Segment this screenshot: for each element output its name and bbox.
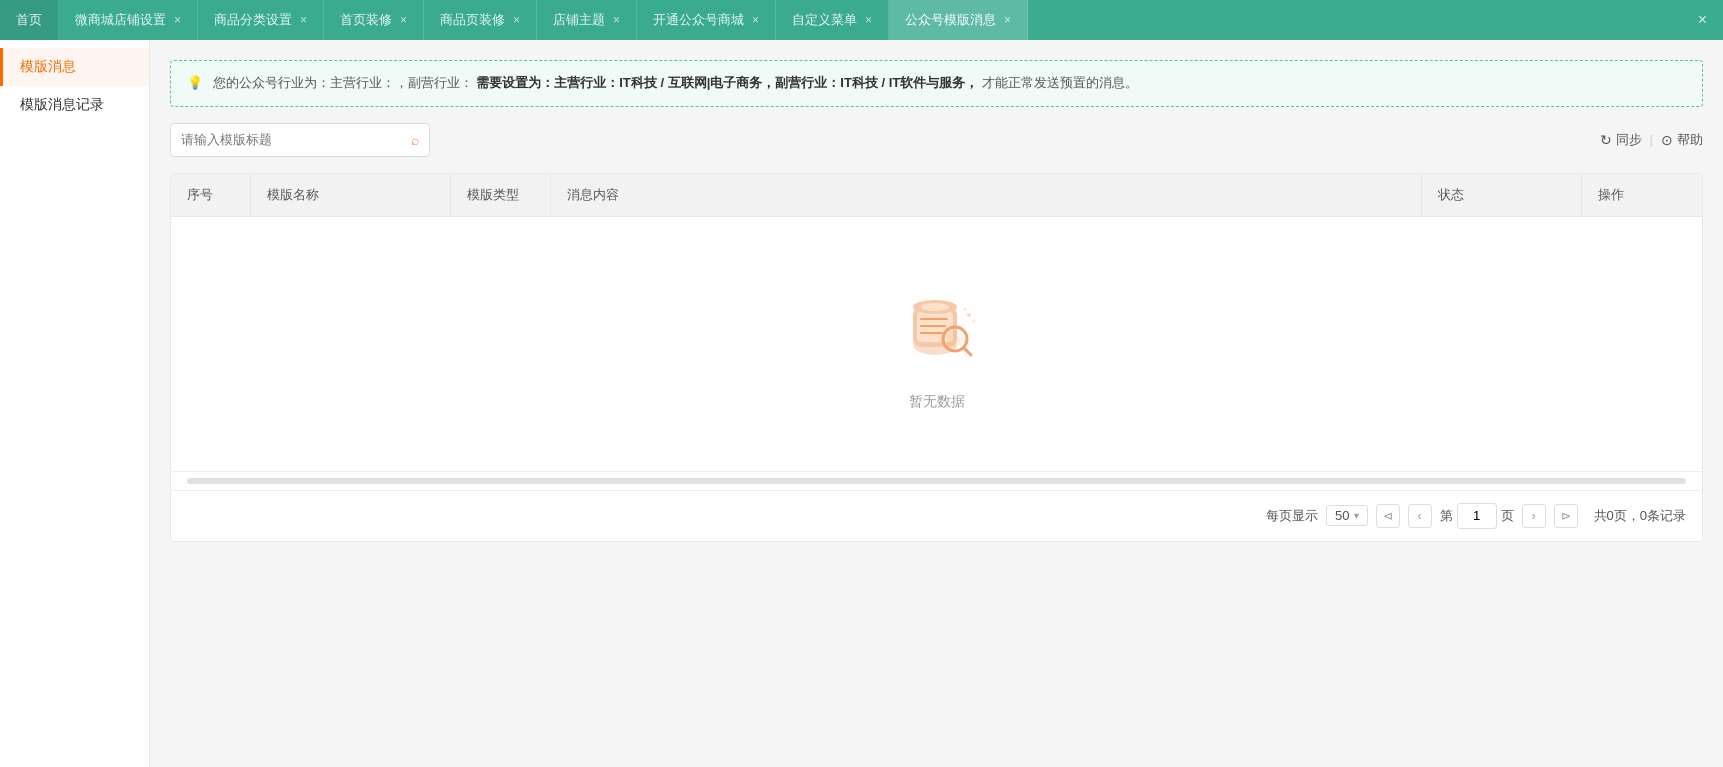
scrollbar-area <box>171 471 1702 490</box>
toolbar-divider: | <box>1650 132 1653 147</box>
page-input[interactable] <box>1457 503 1497 529</box>
tab-item-open-mall[interactable]: 开通公众号商城 × <box>637 0 776 40</box>
horizontal-scrollbar[interactable] <box>187 478 1686 484</box>
tab-item-custom-menu[interactable]: 自定义菜单 × <box>776 0 889 40</box>
tab-label: 商品页装修 <box>440 11 505 29</box>
total-info: 共0页，0条记录 <box>1594 507 1686 525</box>
page-input-wrap: 第 页 <box>1440 503 1514 529</box>
search-button[interactable]: ⌕ <box>411 132 419 148</box>
tab-close-category-setting[interactable]: × <box>300 14 307 26</box>
main-layout: 模版消息模版消息记录 💡 您的公众号行业为：主营行业：，副营行业： 需要设置为：… <box>0 40 1723 767</box>
tab-item-template-msg[interactable]: 公众号模版消息 × <box>889 0 1028 40</box>
pagination: 每页显示 50 ▾ ⊲ ‹ 第 页 › ⊳ 共0页，0条记录 <box>171 490 1702 541</box>
notice-icon: 💡 <box>187 75 203 90</box>
notice-box: 💡 您的公众号行业为：主营行业：，副营行业： 需要设置为：主营行业：IT科技 /… <box>170 60 1703 107</box>
svg-point-7 <box>921 303 949 311</box>
notice-highlight: 需要设置为：主营行业：IT科技 / 互联网|电子商务，副营行业：IT科技 / I… <box>476 75 978 90</box>
tab-close-open-mall[interactable]: × <box>752 14 759 26</box>
search-input[interactable] <box>181 132 411 147</box>
svg-line-10 <box>964 348 971 355</box>
tab-label: 首页 <box>16 11 42 29</box>
last-page-button[interactable]: ⊳ <box>1554 504 1578 528</box>
tab-label: 自定义菜单 <box>792 11 857 29</box>
toolbar-right: ↻ 同步 | ⊙ 帮助 <box>1600 131 1703 149</box>
per-page-value: 50 <box>1335 508 1349 523</box>
notice-suffix: 才能正常发送预置的消息。 <box>982 75 1138 90</box>
sidebar-item-template-msg-log[interactable]: 模版消息记录 <box>0 86 149 124</box>
tab-item-home[interactable]: 首页 <box>0 0 59 40</box>
th-content: 消息内容 <box>551 174 1422 216</box>
tab-item-shop-theme[interactable]: 店铺主题 × <box>537 0 637 40</box>
next-page-button[interactable]: › <box>1522 504 1546 528</box>
sync-label: 同步 <box>1616 131 1642 149</box>
th-type: 模版类型 <box>451 174 551 216</box>
sidebar-item-template-msg[interactable]: 模版消息 <box>0 48 149 86</box>
svg-point-13 <box>972 319 975 322</box>
table-header: 序号 模版名称 模版类型 消息内容 状态 操作 <box>171 174 1702 217</box>
tab-label: 公众号模版消息 <box>905 11 996 29</box>
help-icon: ⊙ <box>1661 132 1673 148</box>
per-page-label: 每页显示 <box>1266 507 1318 525</box>
help-button[interactable]: ⊙ 帮助 <box>1661 131 1703 149</box>
th-index: 序号 <box>171 174 251 216</box>
sync-button[interactable]: ↻ 同步 <box>1600 131 1642 149</box>
th-name: 模版名称 <box>251 174 451 216</box>
prev-page-button[interactable]: ‹ <box>1408 504 1432 528</box>
empty-text: 暂无数据 <box>909 393 965 411</box>
notice-prefix: 您的公众号行业为：主营行业：，副营行业： <box>213 75 473 90</box>
tab-label: 商品分类设置 <box>214 11 292 29</box>
empty-state: 暂无数据 <box>171 217 1702 471</box>
tab-label: 店铺主题 <box>553 11 605 29</box>
page-label: 第 <box>1440 507 1453 525</box>
svg-point-11 <box>967 313 971 317</box>
tab-label: 首页装修 <box>340 11 392 29</box>
tab-close-shop-theme[interactable]: × <box>613 14 620 26</box>
tab-close-home-decor[interactable]: × <box>400 14 407 26</box>
svg-point-12 <box>963 307 966 310</box>
per-page-chevron: ▾ <box>1354 510 1359 521</box>
data-table: 序号 模版名称 模版类型 消息内容 状态 操作 <box>170 173 1703 542</box>
close-all-button[interactable]: × <box>1682 11 1723 29</box>
search-input-wrap: ⌕ <box>170 123 430 157</box>
tab-close-product-decor[interactable]: × <box>513 14 520 26</box>
sidebar: 模版消息模版消息记录 <box>0 40 150 767</box>
tab-bar: 首页微商城店铺设置×商品分类设置×首页装修×商品页装修×店铺主题×开通公众号商城… <box>0 0 1723 40</box>
page-unit: 页 <box>1501 507 1514 525</box>
svg-point-9 <box>947 331 963 347</box>
tab-item-product-decor[interactable]: 商品页装修 × <box>424 0 537 40</box>
tab-close-custom-menu[interactable]: × <box>865 14 872 26</box>
tab-close-shop-setting[interactable]: × <box>174 14 181 26</box>
tab-close-template-msg[interactable]: × <box>1004 14 1011 26</box>
empty-illustration <box>887 277 987 377</box>
th-status: 状态 <box>1422 174 1582 216</box>
per-page-select[interactable]: 50 ▾ <box>1326 505 1367 526</box>
search-bar: ⌕ ↻ 同步 | ⊙ 帮助 <box>170 123 1703 157</box>
tab-label: 微商城店铺设置 <box>75 11 166 29</box>
content-area: 💡 您的公众号行业为：主营行业：，副营行业： 需要设置为：主营行业：IT科技 /… <box>150 40 1723 767</box>
th-action: 操作 <box>1582 174 1702 216</box>
tab-item-category-setting[interactable]: 商品分类设置 × <box>198 0 324 40</box>
tab-label: 开通公众号商城 <box>653 11 744 29</box>
tab-item-home-decor[interactable]: 首页装修 × <box>324 0 424 40</box>
help-label: 帮助 <box>1677 131 1703 149</box>
first-page-button[interactable]: ⊲ <box>1376 504 1400 528</box>
sync-icon: ↻ <box>1600 132 1612 148</box>
tab-item-shop-setting[interactable]: 微商城店铺设置 × <box>59 0 198 40</box>
